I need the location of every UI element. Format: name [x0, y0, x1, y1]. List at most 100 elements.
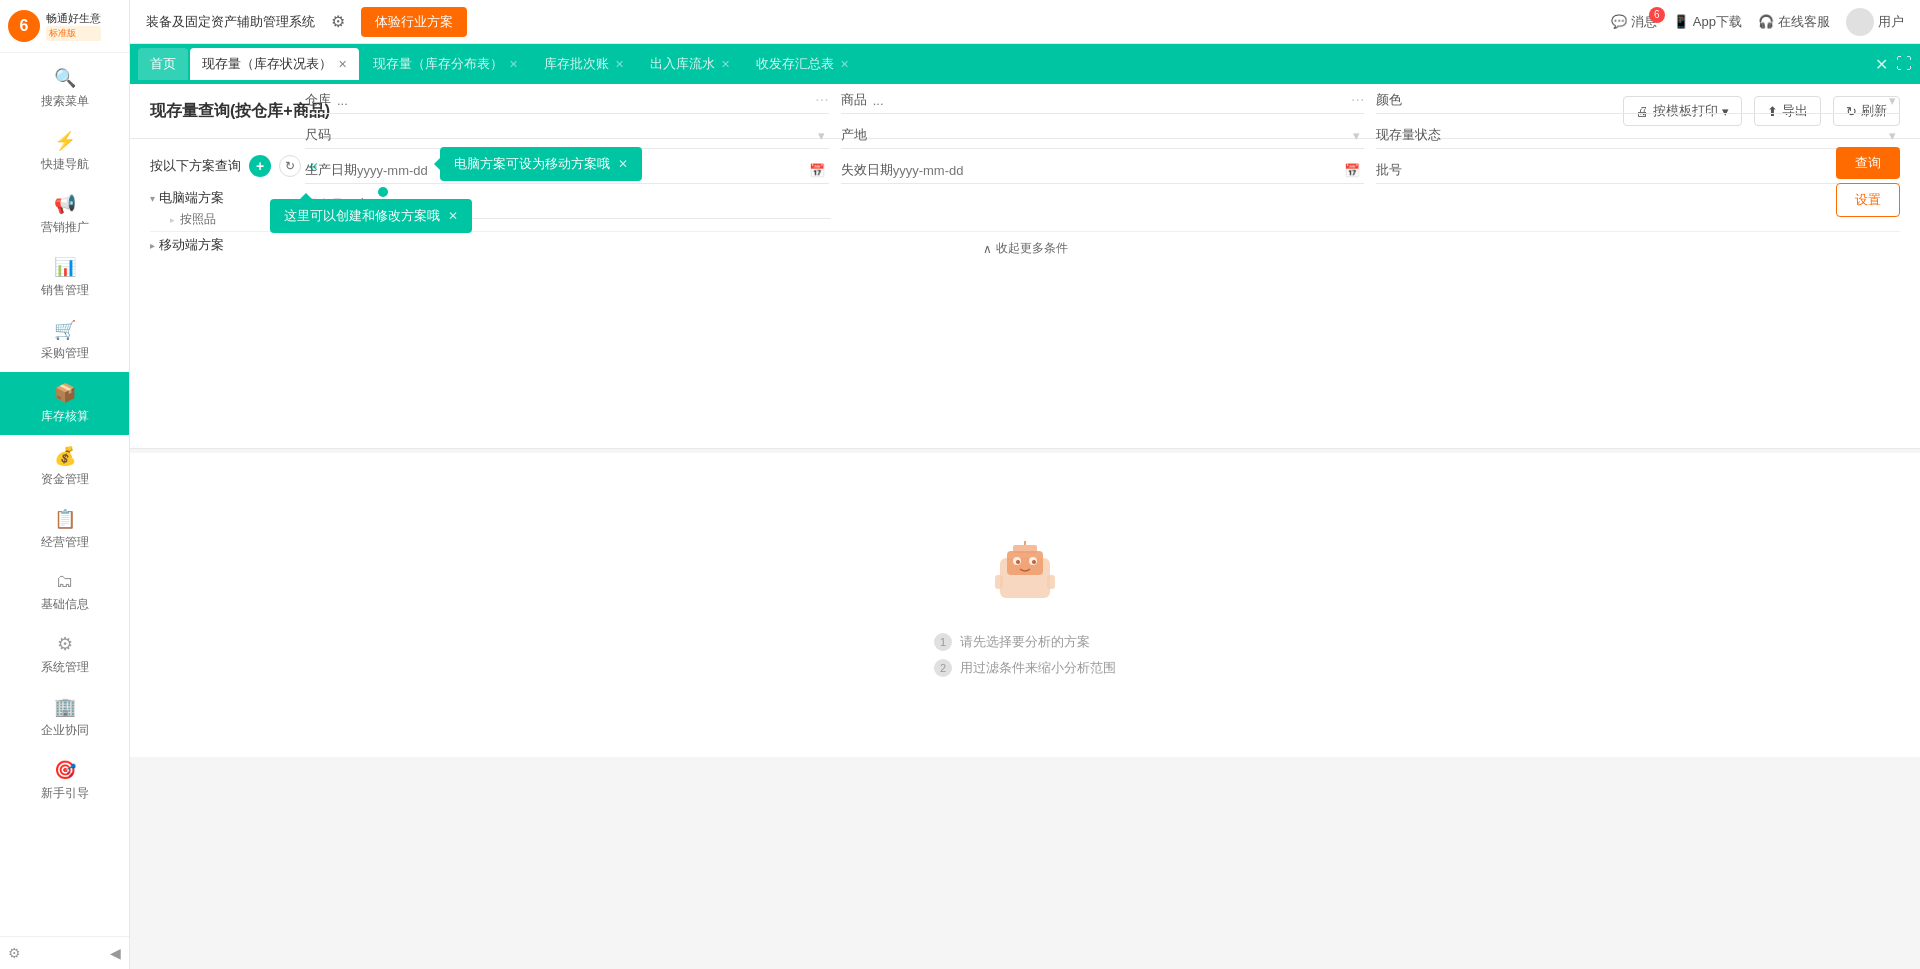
- tab-inventory-status[interactable]: 现存量（库存状况表） ✕: [190, 48, 359, 80]
- tab-close-inventory-status[interactable]: ✕: [338, 58, 347, 71]
- edit-tooltip-text: 这里可以创建和修改方案哦: [284, 207, 440, 225]
- field-size-select[interactable]: [337, 128, 829, 143]
- system-name: 装备及固定资产辅助管理系统: [146, 13, 315, 31]
- svg-rect-6: [1013, 545, 1037, 553]
- field-stock-status-label: 现存量状态: [1376, 126, 1441, 144]
- app-download-label: App下载: [1693, 13, 1742, 31]
- user-btn[interactable]: 用户: [1846, 8, 1904, 36]
- service-icon: 🎧: [1758, 14, 1774, 29]
- sidebar-item-guide[interactable]: 🎯 新手引导: [0, 749, 129, 812]
- scheme-tooltip-close[interactable]: ✕: [618, 157, 628, 171]
- scheme-group-desktop-header[interactable]: ▾ 电脑端方案: [150, 187, 290, 209]
- industry-btn[interactable]: 体验行业方案: [361, 7, 467, 37]
- tab-receive-total[interactable]: 收发存汇总表 ✕: [744, 48, 861, 80]
- tab-close-inventory-dist[interactable]: ✕: [509, 58, 518, 71]
- edit-tooltip-close[interactable]: ✕: [448, 209, 458, 223]
- tabbar: 首页 现存量（库存状况表） ✕ 现存量（库存分布表） ✕ 库存批次账 ✕ 出入库…: [130, 44, 1920, 84]
- page-title: 现存量查询(按仓库+商品): [150, 101, 330, 122]
- field-batch-no: 批号: [1376, 161, 1900, 184]
- scheme-group-desktop: ▾ 电脑端方案 ▸ 按照品: [150, 187, 290, 230]
- user-avatar: [1846, 8, 1874, 36]
- sidebar-item-quick-nav[interactable]: ⚡ 快捷导航: [0, 120, 129, 183]
- field-expire-date: 失效日期 📅: [841, 161, 1365, 184]
- set-btn[interactable]: 设置: [1836, 183, 1900, 217]
- sidebar-item-label: 企业协同: [41, 722, 89, 739]
- sidebar-item-marketing[interactable]: 📢 营销推广: [0, 183, 129, 246]
- online-service-label: 在线客服: [1778, 13, 1830, 31]
- scheme-desktop-child-0[interactable]: ▸ 按照品: [150, 209, 290, 230]
- field-stock-status-select[interactable]: [1441, 128, 1900, 143]
- collapse-label: 收起更多条件: [996, 240, 1068, 257]
- filter-refresh-btn[interactable]: ↻: [279, 155, 301, 177]
- field-color-select[interactable]: [1408, 93, 1900, 108]
- tab-inventory-dist[interactable]: 现存量（库存分布表） ✕: [361, 48, 530, 80]
- logo-icon: 6: [8, 10, 40, 42]
- produce-date-calendar-icon[interactable]: 📅: [809, 163, 825, 178]
- logo-name: 畅通好生意: [46, 11, 101, 25]
- sidebar-item-label: 新手引导: [41, 785, 89, 802]
- sidebar-item-inventory[interactable]: 📦 库存核算: [0, 372, 129, 435]
- field-produce-date-label: 生产日期: [305, 161, 357, 179]
- sidebar-item-search[interactable]: 🔍 搜索菜单: [0, 57, 129, 120]
- topbar-settings-btn[interactable]: ⚙: [331, 12, 345, 31]
- mobile-icon: 📱: [1673, 14, 1689, 29]
- enterprise-icon: 🏢: [54, 696, 76, 718]
- sidebar-item-system[interactable]: ⚙ 系统管理: [0, 623, 129, 686]
- message-badge: 6: [1649, 7, 1665, 23]
- basic-info-icon: 🗂: [56, 571, 74, 592]
- tab-expand-btn[interactable]: ⛶: [1896, 55, 1912, 73]
- sidebar-item-enterprise[interactable]: 🏢 企业协同: [0, 686, 129, 749]
- sidebar-item-basic-info[interactable]: 🗂 基础信息: [0, 561, 129, 623]
- chevron-right-icon: ▸: [170, 215, 175, 225]
- empty-tip-2: 2 用过滤条件来缩小分析范围: [934, 659, 1116, 677]
- field-origin-select[interactable]: [873, 128, 1365, 143]
- tab-batch-account-label: 库存批次账: [544, 55, 609, 73]
- query-btn[interactable]: 查询: [1836, 147, 1900, 179]
- field-color: 颜色 ▾: [1376, 91, 1900, 114]
- tab-home[interactable]: 首页: [138, 48, 188, 80]
- online-service-btn[interactable]: 🎧 在线客服: [1758, 13, 1830, 31]
- sidebar-settings-btn[interactable]: ⚙: [8, 945, 21, 961]
- goods-dots-btn[interactable]: ···: [1351, 91, 1364, 109]
- tab-batch-account[interactable]: 库存批次账 ✕: [532, 48, 636, 80]
- guide-icon: 🎯: [54, 759, 76, 781]
- sidebar-collapse-btn[interactable]: ◀: [110, 945, 121, 961]
- sidebar-item-label: 销售管理: [41, 282, 89, 299]
- purchase-icon: 🛒: [54, 319, 76, 341]
- field-origin-label: 产地: [841, 126, 873, 144]
- tab-close-all-btn[interactable]: ✕: [1875, 55, 1888, 74]
- sidebar-item-assets[interactable]: 💰 资金管理: [0, 435, 129, 498]
- field-goods-input[interactable]: [873, 93, 1351, 108]
- field-expire-date-input[interactable]: [893, 163, 1365, 178]
- tip-num-1: 1: [934, 633, 952, 651]
- sidebar-item-label: 资金管理: [41, 471, 89, 488]
- message-btn[interactable]: 💬 消息 6: [1611, 13, 1657, 31]
- warehouse-dots-btn[interactable]: ···: [815, 91, 828, 109]
- sidebar-item-label: 搜索菜单: [41, 93, 89, 110]
- sidebar-item-label: 营销推广: [41, 219, 89, 236]
- field-current-stock-max[interactable]: [466, 198, 526, 213]
- field-batch-no-input[interactable]: [1408, 163, 1900, 178]
- user-label: 用户: [1878, 13, 1904, 31]
- dot-indicator: [378, 187, 388, 197]
- collapse-more-btn[interactable]: ∧ 收起更多条件: [150, 231, 1900, 265]
- tab-close-inout-flow[interactable]: ✕: [721, 58, 730, 71]
- sidebar-item-sales[interactable]: 📊 销售管理: [0, 246, 129, 309]
- scheme-mobile-label: 移动端方案: [159, 236, 224, 254]
- filter-label: 按以下方案查询: [150, 157, 241, 175]
- scheme-group-mobile-header[interactable]: ▸ 移动端方案: [150, 234, 290, 256]
- tab-inout-flow[interactable]: 出入库流水 ✕: [638, 48, 742, 80]
- filter-add-btn[interactable]: +: [249, 155, 271, 177]
- tab-close-batch-account[interactable]: ✕: [615, 58, 624, 71]
- sidebar-item-operations[interactable]: 📋 经营管理: [0, 498, 129, 561]
- app-download-btn[interactable]: 📱 App下载: [1673, 13, 1742, 31]
- sidebar-item-label: 库存核算: [41, 408, 89, 425]
- field-warehouse-input[interactable]: [337, 93, 815, 108]
- tab-close-receive-total[interactable]: ✕: [840, 58, 849, 71]
- main-area: 装备及固定资产辅助管理系统 ⚙ 体验行业方案 💬 消息 6 📱 App下载 🎧 …: [130, 0, 1920, 969]
- system-icon: ⚙: [57, 633, 73, 655]
- sidebar-item-purchase[interactable]: 🛒 采购管理: [0, 309, 129, 372]
- sidebar-item-label: 快捷导航: [41, 156, 89, 173]
- svg-rect-9: [1047, 575, 1055, 589]
- expire-date-calendar-icon[interactable]: 📅: [1344, 163, 1360, 178]
